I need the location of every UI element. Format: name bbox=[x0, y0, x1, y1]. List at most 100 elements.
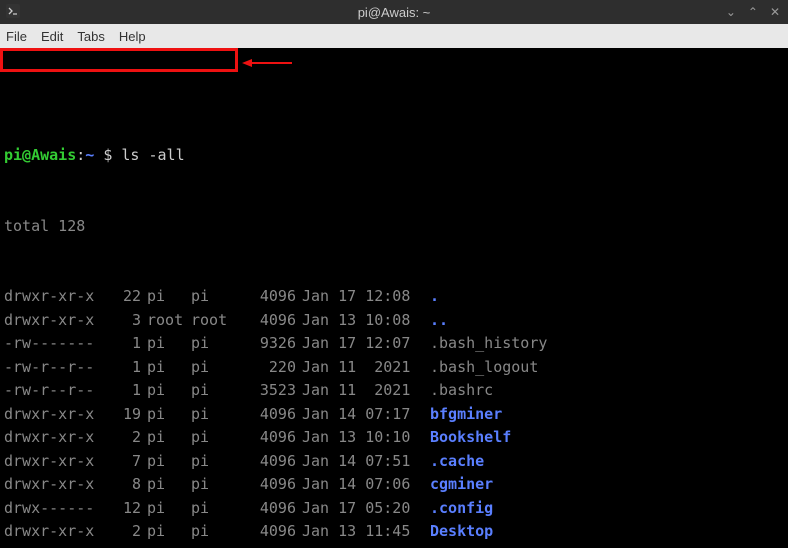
perms: drwxr-xr-x bbox=[4, 309, 109, 333]
date: Jan 13 11:45 bbox=[296, 520, 426, 544]
prompt-user-host: pi@Awais bbox=[4, 144, 76, 168]
date: Jan 14 07:17 bbox=[296, 403, 426, 427]
size: 4096 bbox=[241, 309, 296, 333]
link-count: 22 bbox=[109, 285, 141, 309]
prompt-line: pi@Awais:~ $ ls -all bbox=[4, 144, 784, 168]
link-count: 1 bbox=[109, 332, 141, 356]
list-item: drwxr-xr-x2pipi4096Jan 13 11:45Desktop bbox=[4, 520, 784, 544]
link-count: 2 bbox=[109, 520, 141, 544]
link-count: 8 bbox=[109, 473, 141, 497]
window-title: pi@Awais: ~ bbox=[358, 5, 431, 20]
group: pi bbox=[191, 356, 241, 380]
link-count: 2 bbox=[109, 426, 141, 450]
group: pi bbox=[191, 450, 241, 474]
size: 4096 bbox=[241, 520, 296, 544]
annotation-highlight-box bbox=[0, 48, 238, 72]
owner: root bbox=[141, 309, 191, 333]
window-controls: ⌄ ⌃ ✕ bbox=[726, 5, 780, 19]
size: 4096 bbox=[241, 473, 296, 497]
filename: .bash_logout bbox=[426, 356, 538, 380]
link-count: 19 bbox=[109, 403, 141, 427]
filename: Documents bbox=[426, 544, 511, 548]
group: pi bbox=[191, 520, 241, 544]
filename: .cache bbox=[426, 450, 484, 474]
file-listing: drwxr-xr-x22pipi4096Jan 17 12:08.drwxr-x… bbox=[4, 285, 784, 548]
perms: -rw-r--r-- bbox=[4, 356, 109, 380]
date: Jan 17 12:08 bbox=[296, 285, 426, 309]
filename: Bookshelf bbox=[426, 426, 511, 450]
date: Jan 17 05:20 bbox=[296, 497, 426, 521]
terminal-icon bbox=[6, 4, 20, 18]
perms: drwxr-xr-x bbox=[4, 520, 109, 544]
prompt-command: ls -all bbox=[121, 144, 184, 168]
prompt-sep: : bbox=[76, 144, 85, 168]
perms: -rw-r--r-- bbox=[4, 379, 109, 403]
maximize-icon[interactable]: ⌃ bbox=[748, 5, 758, 19]
minimize-icon[interactable]: ⌄ bbox=[726, 5, 736, 19]
link-count: 1 bbox=[109, 356, 141, 380]
close-icon[interactable]: ✕ bbox=[770, 5, 780, 19]
size: 4096 bbox=[241, 497, 296, 521]
owner: pi bbox=[141, 473, 191, 497]
owner: pi bbox=[141, 403, 191, 427]
link-count: 7 bbox=[109, 450, 141, 474]
size: 4096 bbox=[241, 544, 296, 548]
group: pi bbox=[191, 403, 241, 427]
list-item: -rw-r--r--1pipi3523Jan 11 2021.bashrc bbox=[4, 379, 784, 403]
total-line: total 128 bbox=[4, 215, 784, 239]
owner: pi bbox=[141, 426, 191, 450]
size: 4096 bbox=[241, 426, 296, 450]
annotation-arrow-icon bbox=[242, 58, 292, 68]
owner: pi bbox=[141, 285, 191, 309]
terminal[interactable]: pi@Awais:~ $ ls -all total 128 drwxr-xr-… bbox=[0, 48, 788, 548]
group: pi bbox=[191, 379, 241, 403]
menu-file[interactable]: File bbox=[6, 29, 27, 44]
list-item: -rw-r--r--1pipi220Jan 11 2021.bash_logou… bbox=[4, 356, 784, 380]
size: 3523 bbox=[241, 379, 296, 403]
date: Jan 13 10:10 bbox=[296, 426, 426, 450]
owner: pi bbox=[141, 544, 191, 548]
group: pi bbox=[191, 497, 241, 521]
filename: .bash_history bbox=[426, 332, 547, 356]
group: pi bbox=[191, 285, 241, 309]
prompt-path: ~ bbox=[85, 144, 94, 168]
list-item: drwx------12pipi4096Jan 17 05:20.config bbox=[4, 497, 784, 521]
list-item: drwxr-xr-x7pipi4096Jan 14 07:51.cache bbox=[4, 450, 784, 474]
perms: drwxr-xr-x bbox=[4, 285, 109, 309]
group: root bbox=[191, 309, 241, 333]
date: Jan 11 2021 bbox=[296, 356, 426, 380]
owner: pi bbox=[141, 497, 191, 521]
filename: Desktop bbox=[426, 520, 493, 544]
prompt-symbol: $ bbox=[94, 144, 121, 168]
list-item: drwxr-xr-x22pipi4096Jan 17 12:08. bbox=[4, 285, 784, 309]
filename: bfgminer bbox=[426, 403, 502, 427]
size: 220 bbox=[241, 356, 296, 380]
menu-help[interactable]: Help bbox=[119, 29, 146, 44]
owner: pi bbox=[141, 450, 191, 474]
menu-tabs[interactable]: Tabs bbox=[77, 29, 104, 44]
date: Jan 13 10:08 bbox=[296, 309, 426, 333]
link-count: 2 bbox=[109, 544, 141, 548]
owner: pi bbox=[141, 379, 191, 403]
perms: drwxr-xr-x bbox=[4, 473, 109, 497]
filename: .bashrc bbox=[426, 379, 493, 403]
owner: pi bbox=[141, 356, 191, 380]
link-count: 3 bbox=[109, 309, 141, 333]
titlebar: pi@Awais: ~ ⌄ ⌃ ✕ bbox=[0, 0, 788, 24]
filename: cgminer bbox=[426, 473, 493, 497]
filename: .. bbox=[426, 309, 448, 333]
menu-edit[interactable]: Edit bbox=[41, 29, 63, 44]
group: pi bbox=[191, 332, 241, 356]
filename: . bbox=[426, 285, 439, 309]
list-item: -rw-------1pipi9326Jan 17 12:07.bash_his… bbox=[4, 332, 784, 356]
group: pi bbox=[191, 426, 241, 450]
date: Jan 14 07:51 bbox=[296, 450, 426, 474]
date: Jan 11 2021 bbox=[296, 379, 426, 403]
perms: -rw------- bbox=[4, 332, 109, 356]
group: pi bbox=[191, 544, 241, 548]
link-count: 12 bbox=[109, 497, 141, 521]
group: pi bbox=[191, 473, 241, 497]
filename: .config bbox=[426, 497, 493, 521]
perms: drwx------ bbox=[4, 497, 109, 521]
size: 4096 bbox=[241, 403, 296, 427]
